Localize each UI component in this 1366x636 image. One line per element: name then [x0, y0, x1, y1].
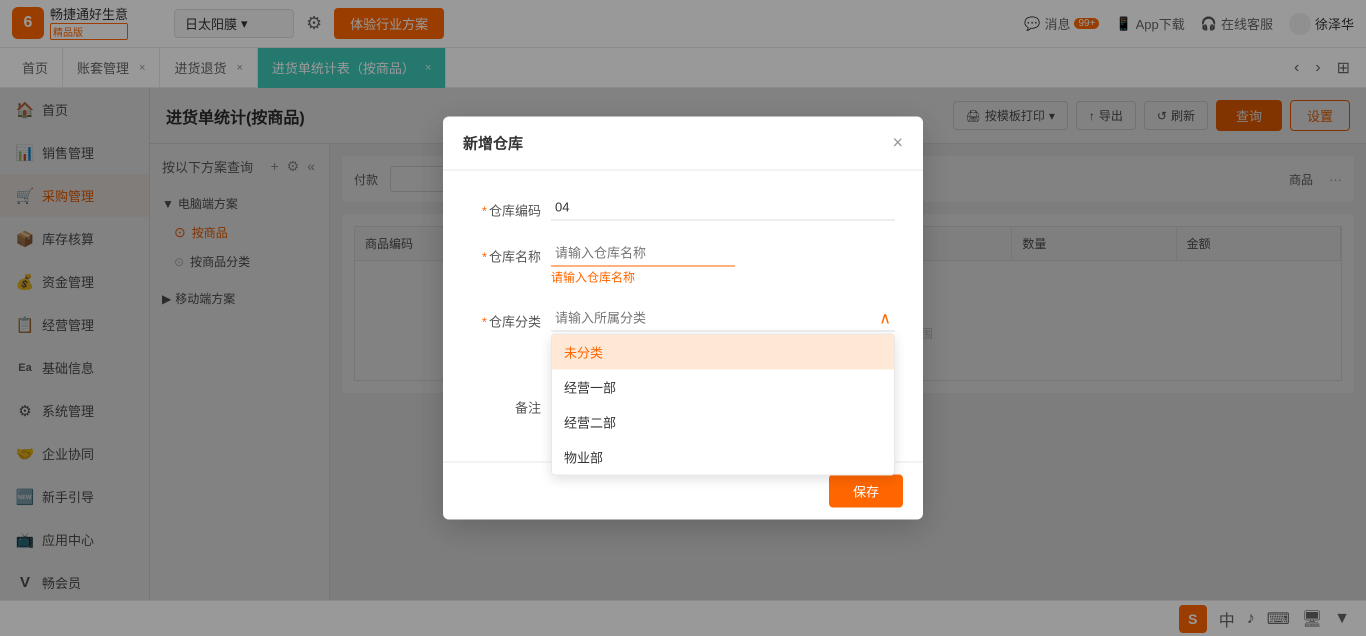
category-dropdown-arrow[interactable]: ∧ — [879, 309, 891, 329]
form-row-category: 仓库分类 ∧ 未分类 经营一部 经营二部 物业部 — [471, 306, 895, 332]
form-row-name: 仓库名称 请输入仓库名称 — [471, 241, 895, 286]
new-warehouse-modal: 新增仓库 × 仓库编码 仓库名称 请输入仓库名称 仓库分类 — [443, 117, 923, 520]
category-label: 仓库分类 — [471, 306, 551, 331]
name-error: 请输入仓库名称 — [551, 269, 635, 286]
save-btn[interactable]: 保存 — [829, 475, 903, 508]
dropdown-item-property[interactable]: 物业部 — [552, 440, 894, 475]
form-row-code: 仓库编码 — [471, 195, 895, 221]
dropdown-item-unclassified[interactable]: 未分类 — [552, 335, 894, 370]
dropdown-item-ops1[interactable]: 经营一部 — [552, 370, 894, 405]
modal-header: 新增仓库 × — [443, 117, 923, 171]
category-input[interactable] — [551, 306, 895, 332]
modal-title: 新增仓库 — [463, 133, 523, 154]
dropdown-item-ops2[interactable]: 经营二部 — [552, 405, 894, 440]
category-dropdown-list: 未分类 经营一部 经营二部 物业部 — [551, 334, 895, 476]
category-input-wrapper: ∧ 未分类 经营一部 经营二部 物业部 — [551, 306, 895, 332]
code-input[interactable] — [551, 195, 895, 221]
modal-close-btn[interactable]: × — [892, 133, 903, 154]
name-input-wrapper — [551, 241, 735, 267]
note-label: 备注 — [471, 392, 551, 417]
modal-body: 仓库编码 仓库名称 请输入仓库名称 仓库分类 ∧ — [443, 171, 923, 462]
name-label: 仓库名称 — [471, 241, 551, 266]
name-input[interactable] — [551, 241, 735, 267]
code-label: 仓库编码 — [471, 195, 551, 220]
